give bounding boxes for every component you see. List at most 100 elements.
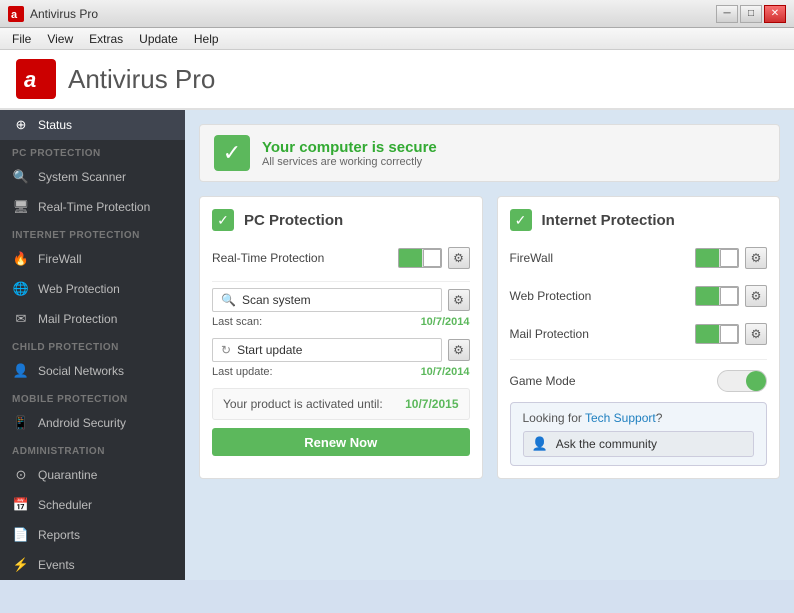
pc-protection-title: PC Protection (244, 212, 343, 229)
last-scan-date: 10/7/2014 (421, 316, 470, 328)
update-icon: ↻ (221, 343, 231, 357)
maximize-button[interactable]: □ (740, 5, 762, 23)
game-mode-label: Game Mode (510, 374, 718, 388)
app-title: Antivirus Pro (68, 64, 215, 95)
mail-toggle[interactable] (695, 324, 739, 344)
section-internet-protection: INTERNET PROTECTION (0, 222, 185, 244)
mail-knob (720, 325, 738, 343)
pc-protection-check: ✓ (212, 209, 234, 231)
social-icon: 👤 (12, 362, 30, 380)
realtime-settings-button[interactable]: ⚙ (448, 247, 470, 269)
sidebar-label-system-scanner: System Scanner (38, 170, 126, 184)
community-row[interactable]: 👤 Ask the community (523, 431, 755, 457)
close-button[interactable]: ✕ (764, 5, 786, 23)
web-knob (720, 287, 738, 305)
firewall-toggle-row: FireWall ⚙ (510, 243, 768, 273)
sidebar-item-reports[interactable]: 📄 Reports (0, 520, 185, 550)
android-icon: 📱 (12, 414, 30, 432)
window-title: Antivirus Pro (30, 7, 716, 21)
sidebar-item-quarantine[interactable]: ⊙ Quarantine (0, 460, 185, 490)
realtime-toggle[interactable] (398, 248, 442, 268)
internet-protection-card: ✓ Internet Protection FireWall ⚙ Web Pro… (497, 196, 781, 479)
game-mode-row: Game Mode (510, 359, 768, 392)
firewall-icon: 🔥 (12, 250, 30, 268)
quarantine-icon: ⊙ (12, 466, 30, 484)
menu-help[interactable]: Help (186, 30, 227, 48)
sidebar-item-events[interactable]: ⚡ Events (0, 550, 185, 580)
sidebar-label-social: Social Networks (38, 364, 124, 378)
sidebar-item-android[interactable]: 📱 Android Security (0, 408, 185, 438)
svg-text:a: a (24, 67, 36, 92)
firewall-toggle[interactable] (695, 248, 739, 268)
app-logo: a (16, 59, 56, 99)
reports-icon: 📄 (12, 526, 30, 544)
status-icon: ⊕ (12, 116, 30, 134)
menu-update[interactable]: Update (131, 30, 186, 48)
renew-button[interactable]: Renew Now (212, 428, 470, 456)
web-toggle[interactable] (695, 286, 739, 306)
sidebar-item-scheduler[interactable]: 📅 Scheduler (0, 490, 185, 520)
last-update-date: 10/7/2014 (421, 366, 470, 378)
support-box: Looking for Tech Support? 👤 Ask the comm… (510, 402, 768, 466)
app-header: a Antivirus Pro (0, 50, 794, 110)
sidebar-item-system-scanner[interactable]: 🔍 System Scanner (0, 162, 185, 192)
section-child-protection: CHILD PROTECTION (0, 334, 185, 356)
mail-settings-button[interactable]: ⚙ (745, 323, 767, 345)
last-scan-row: Last scan: 10/7/2014 (212, 316, 470, 328)
events-icon: ⚡ (12, 556, 30, 574)
last-update-label: Last update: (212, 366, 273, 378)
scan-icon: 🔍 (221, 293, 236, 307)
update-row: ↻ Start update ⚙ (212, 338, 470, 362)
section-pc-protection: PC PROTECTION (0, 140, 185, 162)
firewall-knob (720, 249, 738, 267)
pc-protection-card: ✓ PC Protection Real-Time Protection ⚙ 🔍 (199, 196, 483, 479)
mail-icon: ✉ (12, 310, 30, 328)
web-toggle-label: Web Protection (510, 289, 696, 303)
sidebar-label-quarantine: Quarantine (38, 468, 97, 482)
activation-date: 10/7/2015 (405, 397, 458, 411)
menu-view[interactable]: View (39, 30, 81, 48)
activation-row: Your product is activated until: 10/7/20… (212, 388, 470, 420)
last-scan-label: Last scan: (212, 316, 262, 328)
scanner-icon: 🔍 (12, 168, 30, 186)
game-mode-knob (746, 371, 766, 391)
update-settings-button[interactable]: ⚙ (448, 339, 470, 361)
firewall-toggle-label: FireWall (510, 251, 696, 265)
realtime-icon: 🖥 (12, 198, 30, 216)
svg-text:a: a (11, 9, 18, 21)
mail-toggle-label: Mail Protection (510, 327, 696, 341)
sidebar-label-realtime: Real-Time Protection (38, 200, 150, 214)
firewall-settings-button[interactable]: ⚙ (745, 247, 767, 269)
update-input-display: ↻ Start update (212, 338, 442, 362)
sidebar-item-mail-protection[interactable]: ✉ Mail Protection (0, 304, 185, 334)
realtime-toggle-row: Real-Time Protection ⚙ (212, 243, 470, 273)
scan-settings-button[interactable]: ⚙ (448, 289, 470, 311)
menu-bar: File View Extras Update Help (0, 28, 794, 50)
cards-row: ✓ PC Protection Real-Time Protection ⚙ 🔍 (199, 196, 780, 479)
section-mobile-protection: MOBILE PROTECTION (0, 386, 185, 408)
scheduler-icon: 📅 (12, 496, 30, 514)
web-settings-button[interactable]: ⚙ (745, 285, 767, 307)
last-update-row: Last update: 10/7/2014 (212, 366, 470, 378)
status-subtitle: All services are working correctly (262, 156, 437, 168)
mail-toggle-row: Mail Protection ⚙ (510, 319, 768, 349)
game-mode-toggle[interactable] (717, 370, 767, 392)
menu-extras[interactable]: Extras (81, 30, 131, 48)
minimize-button[interactable]: ─ (716, 5, 738, 23)
sidebar-item-web-protection[interactable]: 🌐 Web Protection (0, 274, 185, 304)
title-bar: a Antivirus Pro ─ □ ✕ (0, 0, 794, 28)
status-check-icon: ✓ (214, 135, 250, 171)
sidebar-item-social-networks[interactable]: 👤 Social Networks (0, 356, 185, 386)
internet-protection-check: ✓ (510, 209, 532, 231)
sidebar-item-firewall[interactable]: 🔥 FireWall (0, 244, 185, 274)
sidebar-label-scheduler: Scheduler (38, 498, 92, 512)
status-title: Your computer is secure (262, 139, 437, 156)
support-title-highlight: Tech Support (585, 411, 656, 425)
window-controls: ─ □ ✕ (716, 5, 786, 23)
sidebar-item-status[interactable]: ⊕ Status (0, 110, 185, 140)
sidebar-label-status: Status (38, 118, 72, 132)
menu-file[interactable]: File (4, 30, 39, 48)
realtime-toggle-label: Real-Time Protection (212, 251, 398, 265)
sidebar-item-realtime[interactable]: 🖥 Real-Time Protection (0, 192, 185, 222)
web-icon: 🌐 (12, 280, 30, 298)
